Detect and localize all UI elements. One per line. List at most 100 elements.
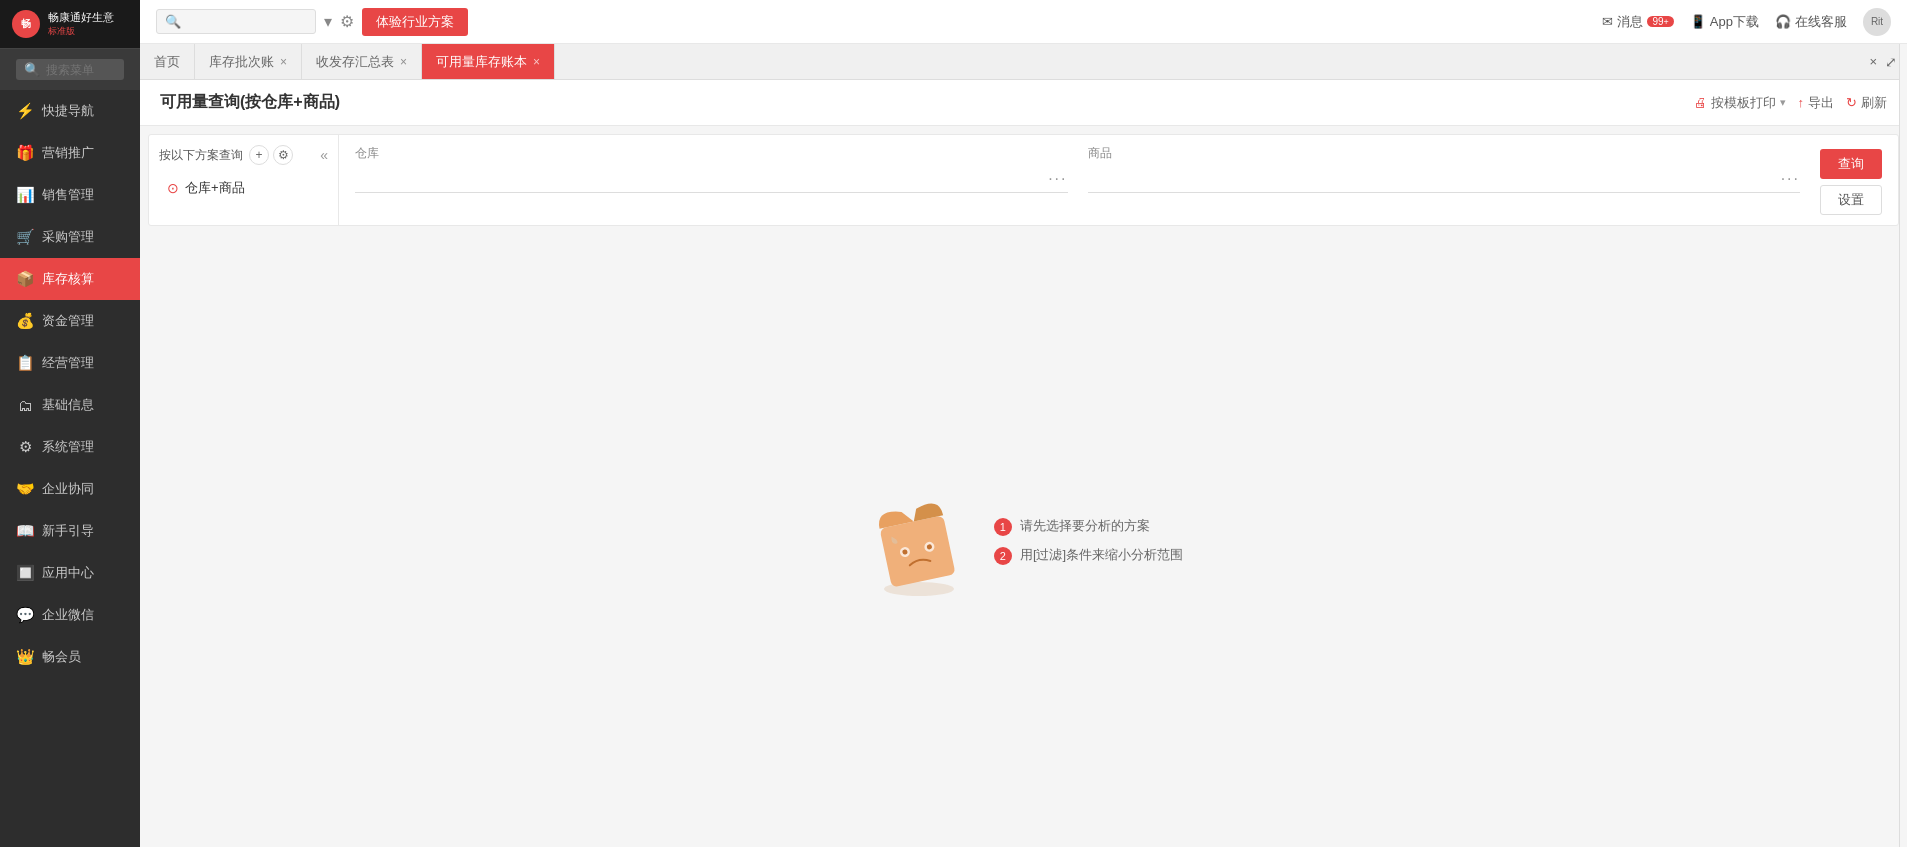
sidebar-item-finance[interactable]: 💰 资金管理: [0, 300, 140, 342]
tab-receipt-summary-close[interactable]: ×: [400, 55, 407, 69]
dropdown-arrow[interactable]: ▾: [324, 12, 332, 31]
quick-nav-icon: ⚡: [16, 102, 34, 120]
query-left-header: 按以下方案查询 + ⚙ «: [159, 145, 328, 165]
right-scrollbar[interactable]: [1899, 44, 1907, 847]
tab-available-stock-label: 可用量库存账本: [436, 53, 527, 71]
top-bar-left: 🔍 ▾ ⚙ 体验行业方案: [156, 8, 1590, 36]
newbie-icon: 📖: [16, 522, 34, 540]
sidebar-item-enterprise[interactable]: 🤝 企业协同: [0, 468, 140, 510]
warehouse-input[interactable]: [355, 172, 1044, 187]
tab-batch-account[interactable]: 库存批次账 ×: [195, 44, 302, 79]
top-search-input[interactable]: [187, 15, 307, 29]
tab-home[interactable]: 首页: [140, 44, 195, 79]
sidebar-item-label: 销售管理: [42, 186, 94, 204]
hint-text-2: 用[过滤]条件来缩小分析范围: [1020, 546, 1183, 564]
wechat-icon: 💬: [16, 606, 34, 624]
enterprise-icon: 🤝: [16, 480, 34, 498]
empty-hint: 1 请先选择要分析的方案 2 用[过滤]条件来缩小分析范围: [994, 517, 1183, 565]
scheme-item-label: 仓库+商品: [185, 179, 245, 197]
finance-icon: 💰: [16, 312, 34, 330]
search-icon: 🔍: [24, 62, 40, 77]
product-input[interactable]: [1088, 172, 1777, 187]
sidebar-item-wechat[interactable]: 💬 企业微信: [0, 594, 140, 636]
product-more-btn[interactable]: ···: [1781, 170, 1800, 188]
page-header: 可用量查询(按仓库+商品) 🖨 按模板打印 ▾ ↑ 导出 ↻ 刷新: [140, 80, 1907, 126]
tab-available-stock[interactable]: 可用量库存账本 ×: [422, 44, 555, 79]
sidebar-header: 畅 畅康通好生意 标准版: [0, 0, 140, 49]
warehouse-more-btn[interactable]: ···: [1048, 170, 1067, 188]
sidebar-item-vip[interactable]: 👑 畅会员: [0, 636, 140, 678]
vip-icon: 👑: [16, 648, 34, 666]
sidebar-item-purchase[interactable]: 🛒 采购管理: [0, 216, 140, 258]
export-btn[interactable]: ↑ 导出: [1798, 94, 1835, 112]
headset-icon: 🎧: [1775, 14, 1791, 29]
sidebar-nav: 🔍 ⚡ 快捷导航 🎁 营销推广 📊 销售管理 🛒 采购管理 📦 库存核算 💰 资…: [0, 49, 140, 847]
scheme-settings-btn[interactable]: ⚙: [273, 145, 293, 165]
refresh-btn[interactable]: ↻ 刷新: [1846, 94, 1887, 112]
tab-batch-account-close[interactable]: ×: [280, 55, 287, 69]
marketing-icon: 🎁: [16, 144, 34, 162]
message-label: 消息: [1617, 13, 1643, 31]
page-header-actions: 🖨 按模板打印 ▾ ↑ 导出 ↻ 刷新: [1694, 94, 1888, 112]
print-dropdown-icon[interactable]: ▾: [1780, 96, 1786, 109]
add-scheme-btn[interactable]: +: [249, 145, 269, 165]
tab-available-stock-close[interactable]: ×: [533, 55, 540, 69]
sidebar-item-system[interactable]: ⚙ 系统管理: [0, 426, 140, 468]
query-action-btns: 查询 设置: [1820, 145, 1882, 215]
tab-receipt-summary-label: 收发存汇总表: [316, 53, 394, 71]
sidebar-item-inventory[interactable]: 📦 库存核算: [0, 258, 140, 300]
inventory-icon: 📦: [16, 270, 34, 288]
operations-icon: 📋: [16, 354, 34, 372]
query-left: 按以下方案查询 + ⚙ « ⊙ 仓库+商品: [149, 135, 339, 225]
sidebar-item-basic-info[interactable]: 🗂 基础信息: [0, 384, 140, 426]
phone-icon: 📱: [1690, 14, 1706, 29]
app-download-btn[interactable]: 📱 App下载: [1690, 13, 1759, 31]
top-bar-right: ✉ 消息 99+ 📱 App下载 🎧 在线客服 Rit: [1602, 8, 1891, 36]
demo-btn[interactable]: 体验行业方案: [362, 8, 468, 36]
sidebar-item-search[interactable]: 🔍: [0, 49, 140, 90]
hint-num-2: 2: [994, 547, 1012, 565]
app-center-icon: 🔲: [16, 564, 34, 582]
sidebar-item-label: 基础信息: [42, 396, 94, 414]
settings-btn[interactable]: 设置: [1820, 185, 1882, 215]
warehouse-input-wrap: ···: [355, 166, 1068, 193]
collapse-btn[interactable]: «: [320, 147, 328, 163]
sidebar-item-newbie[interactable]: 📖 新手引导: [0, 510, 140, 552]
page-content: 可用量查询(按仓库+商品) 🖨 按模板打印 ▾ ↑ 导出 ↻ 刷新: [140, 80, 1907, 847]
page-title: 可用量查询(按仓库+商品): [160, 92, 340, 113]
empty-state: 1 请先选择要分析的方案 2 用[过滤]条件来缩小分析范围: [140, 234, 1907, 847]
user-avatar-btn[interactable]: Rit: [1863, 8, 1891, 36]
sidebar-search-input[interactable]: [46, 63, 116, 77]
sidebar-item-operations[interactable]: 📋 经营管理: [0, 342, 140, 384]
settings-gear-icon[interactable]: ⚙: [340, 12, 354, 31]
product-label: 商品: [1088, 145, 1801, 162]
hint-num-1: 1: [994, 518, 1012, 536]
tab-batch-account-label: 库存批次账: [209, 53, 274, 71]
close-icon: ×: [1869, 54, 1877, 69]
top-search-box[interactable]: 🔍: [156, 9, 316, 34]
sidebar-item-marketing[interactable]: 🎁 营销推广: [0, 132, 140, 174]
warehouse-label: 仓库: [355, 145, 1068, 162]
query-btn[interactable]: 查询: [1820, 149, 1882, 179]
sidebar-item-label: 应用中心: [42, 564, 94, 582]
tab-receipt-summary[interactable]: 收发存汇总表 ×: [302, 44, 422, 79]
sidebar: 畅 畅康通好生意 标准版 🔍 ⚡ 快捷导航 🎁 营销推广 📊 销售管理 🛒: [0, 0, 140, 847]
sales-icon: 📊: [16, 186, 34, 204]
scheme-icon: ⊙: [167, 180, 179, 196]
sidebar-item-label: 新手引导: [42, 522, 94, 540]
brand-edition: 标准版: [48, 25, 114, 38]
sidebar-item-quick-nav[interactable]: ⚡ 快捷导航: [0, 90, 140, 132]
print-btn[interactable]: 🖨 按模板打印 ▾: [1694, 94, 1786, 112]
scheme-item-warehouse-product[interactable]: ⊙ 仓库+商品: [159, 173, 328, 203]
query-area: 按以下方案查询 + ⚙ « ⊙ 仓库+商品 仓库: [148, 134, 1899, 226]
online-service-btn[interactable]: 🎧 在线客服: [1775, 13, 1847, 31]
sidebar-item-app-center[interactable]: 🔲 应用中心: [0, 552, 140, 594]
sidebar-item-sales[interactable]: 📊 销售管理: [0, 174, 140, 216]
sidebar-item-label: 企业协同: [42, 480, 94, 498]
message-btn[interactable]: ✉ 消息 99+: [1602, 13, 1673, 31]
empty-hint-1: 1 请先选择要分析的方案: [994, 517, 1183, 536]
system-icon: ⚙: [16, 438, 34, 456]
avatar: Rit: [1863, 8, 1891, 36]
basic-info-icon: 🗂: [16, 397, 34, 414]
main-area: 🔍 ▾ ⚙ 体验行业方案 ✉ 消息 99+ 📱 App下载 🎧 在线客服: [140, 0, 1907, 847]
